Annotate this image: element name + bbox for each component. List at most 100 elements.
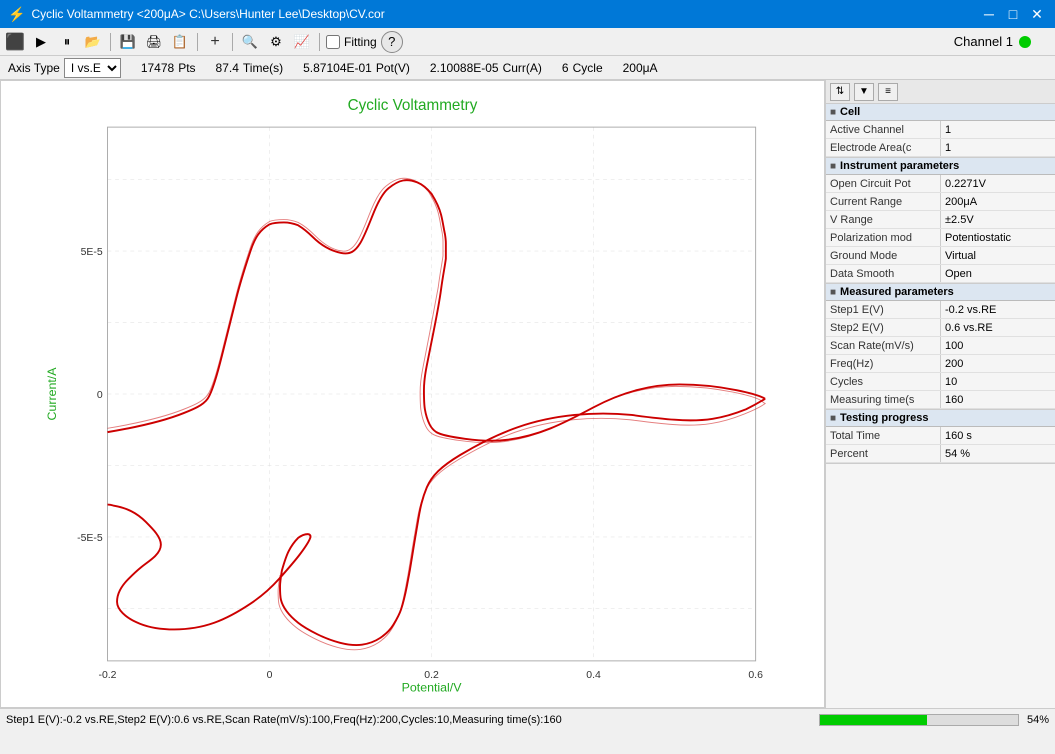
separator2	[197, 33, 198, 51]
title-controls[interactable]: ─ □ ✕	[979, 4, 1047, 24]
svg-text:0.4: 0.4	[586, 670, 601, 681]
instrument-section-label: Instrument parameters	[840, 160, 959, 172]
prop-value: 100	[941, 337, 1055, 354]
testing-section: ■ Testing progress Total Time 160 s Perc…	[826, 410, 1055, 464]
panel-toolbar: ⇅ ▼ ≡	[826, 80, 1055, 104]
stop-button[interactable]: ⬛	[4, 31, 26, 53]
add-button[interactable]: +	[204, 31, 226, 53]
settings-button[interactable]: ⚙	[265, 31, 287, 53]
measured-section-header[interactable]: ■ Measured parameters	[826, 284, 1055, 301]
progress-bar-fill	[820, 715, 927, 725]
prop-label: Step1 E(V)	[826, 301, 941, 318]
prop-value: ±2.5V	[941, 211, 1055, 228]
toolbar: ⬛ ▶ ⏸ 📂 💾 🖨 📋 + 🔍 ⚙ 📈 Fitting ? Channel …	[0, 28, 1055, 56]
chart-title: Cyclic Voltammetry	[348, 97, 478, 114]
main-area: Cyclic Voltammetry	[0, 80, 1055, 708]
measured-section: ■ Measured parameters Step1 E(V) -0.2 vs…	[826, 284, 1055, 410]
svg-text:5E-5: 5E-5	[81, 247, 103, 258]
prop-value: 10	[941, 373, 1055, 390]
save-button[interactable]: 💾	[117, 31, 139, 53]
title-bar: ⚡ Cyclic Voltammetry <200μA> C:\Users\Hu…	[0, 0, 1055, 28]
minimize-button[interactable]: ─	[979, 4, 999, 24]
axis-type-select[interactable]: I vs.E	[64, 58, 121, 78]
cycle-value: 6	[562, 61, 569, 75]
svg-text:0: 0	[267, 670, 273, 681]
prop-row: Active Channel 1	[826, 121, 1055, 139]
prop-value: 160 s	[941, 427, 1055, 444]
chart-container: Cyclic Voltammetry	[9, 89, 816, 699]
prop-value: 200μA	[941, 193, 1055, 210]
fitting-label: Fitting	[344, 35, 377, 49]
time-value: 87.4	[216, 61, 239, 75]
copy-button[interactable]: 📋	[169, 31, 191, 53]
cycle-item: 6 Cycle	[562, 61, 603, 75]
panel-filter-button[interactable]: ▼	[854, 83, 874, 101]
instrument-collapse-icon: ■	[830, 161, 836, 172]
instrument-section-header[interactable]: ■ Instrument parameters	[826, 158, 1055, 175]
open-button[interactable]: 📂	[82, 31, 104, 53]
maximize-button[interactable]: □	[1003, 4, 1023, 24]
prop-label: Active Channel	[826, 121, 941, 138]
time-item: 87.4 Time(s)	[216, 61, 284, 75]
cell-collapse-icon: ■	[830, 107, 836, 118]
cell-section-header[interactable]: ■ Cell	[826, 104, 1055, 121]
curr-label: Curr(A)	[503, 61, 542, 75]
axis-type-item: Axis Type I vs.E	[8, 58, 121, 78]
right-panel: ⇅ ▼ ≡ ■ Cell Active Channel 1 Electrode …	[825, 80, 1055, 708]
prop-row: Freq(Hz) 200	[826, 355, 1055, 373]
fitting-checkbox[interactable]	[326, 35, 340, 49]
prop-value: Potentiostatic	[941, 229, 1055, 246]
svg-text:0: 0	[97, 390, 103, 401]
axis-type-label: Axis Type	[8, 61, 60, 75]
print-button[interactable]: 🖨	[143, 31, 165, 53]
prop-row: Electrode Area(c 1	[826, 139, 1055, 157]
measured-collapse-icon: ■	[830, 287, 836, 298]
separator4	[319, 33, 320, 51]
pause-button[interactable]: ⏸	[56, 31, 78, 53]
separator3	[232, 33, 233, 51]
window-title: Cyclic Voltammetry <200μA> C:\Users\Hunt…	[31, 7, 384, 21]
panel-sort-button[interactable]: ⇅	[830, 83, 850, 101]
status-bar: Axis Type I vs.E 17478 Pts 87.4 Time(s) …	[0, 56, 1055, 80]
measured-section-label: Measured parameters	[840, 286, 954, 298]
prop-label: Measuring time(s	[826, 391, 941, 408]
zoom-button[interactable]: 🔍	[239, 31, 261, 53]
prop-row: Percent 54 %	[826, 445, 1055, 463]
prop-label: Polarization mod	[826, 229, 941, 246]
prop-value: 0.2271V	[941, 175, 1055, 192]
prop-label: Electrode Area(c	[826, 139, 941, 156]
prop-value: 200	[941, 355, 1055, 372]
range-value: 200μA	[623, 61, 658, 75]
cycle-label: Cycle	[573, 61, 603, 75]
channel-status-dot	[1019, 36, 1031, 48]
curr-value: 2.10088E-05	[430, 61, 499, 75]
cell-section: ■ Cell Active Channel 1 Electrode Area(c…	[826, 104, 1055, 158]
graph-button[interactable]: 📈	[291, 31, 313, 53]
prop-value: 160	[941, 391, 1055, 408]
pts-value: 17478	[141, 61, 174, 75]
prop-label: Step2 E(V)	[826, 319, 941, 336]
app-icon: ⚡	[8, 6, 25, 23]
prop-label: Data Smooth	[826, 265, 941, 282]
bottom-status-text: Step1 E(V):-0.2 vs.RE,Step2 E(V):0.6 vs.…	[6, 714, 562, 726]
svg-text:Current/A: Current/A	[45, 367, 59, 421]
help-button[interactable]: ?	[381, 31, 403, 53]
curr-item: 2.10088E-05 Curr(A)	[430, 61, 542, 75]
close-button[interactable]: ✕	[1027, 4, 1047, 24]
chart-svg: Cyclic Voltammetry	[9, 89, 816, 699]
prop-value: -0.2 vs.RE	[941, 301, 1055, 318]
prop-row: Cycles 10	[826, 373, 1055, 391]
prop-label: Scan Rate(mV/s)	[826, 337, 941, 354]
instrument-section: ■ Instrument parameters Open Circuit Pot…	[826, 158, 1055, 284]
prop-row: Measuring time(s 160	[826, 391, 1055, 409]
prop-label: V Range	[826, 211, 941, 228]
testing-section-header[interactable]: ■ Testing progress	[826, 410, 1055, 427]
prop-label: Total Time	[826, 427, 941, 444]
panel-menu-button[interactable]: ≡	[878, 83, 898, 101]
progress-bar-container	[819, 714, 1019, 726]
run-button[interactable]: ▶	[30, 31, 52, 53]
prop-row: Open Circuit Pot 0.2271V	[826, 175, 1055, 193]
chart-panel: Cyclic Voltammetry	[0, 80, 825, 708]
time-label: Time(s)	[243, 61, 283, 75]
prop-row: Step1 E(V) -0.2 vs.RE	[826, 301, 1055, 319]
